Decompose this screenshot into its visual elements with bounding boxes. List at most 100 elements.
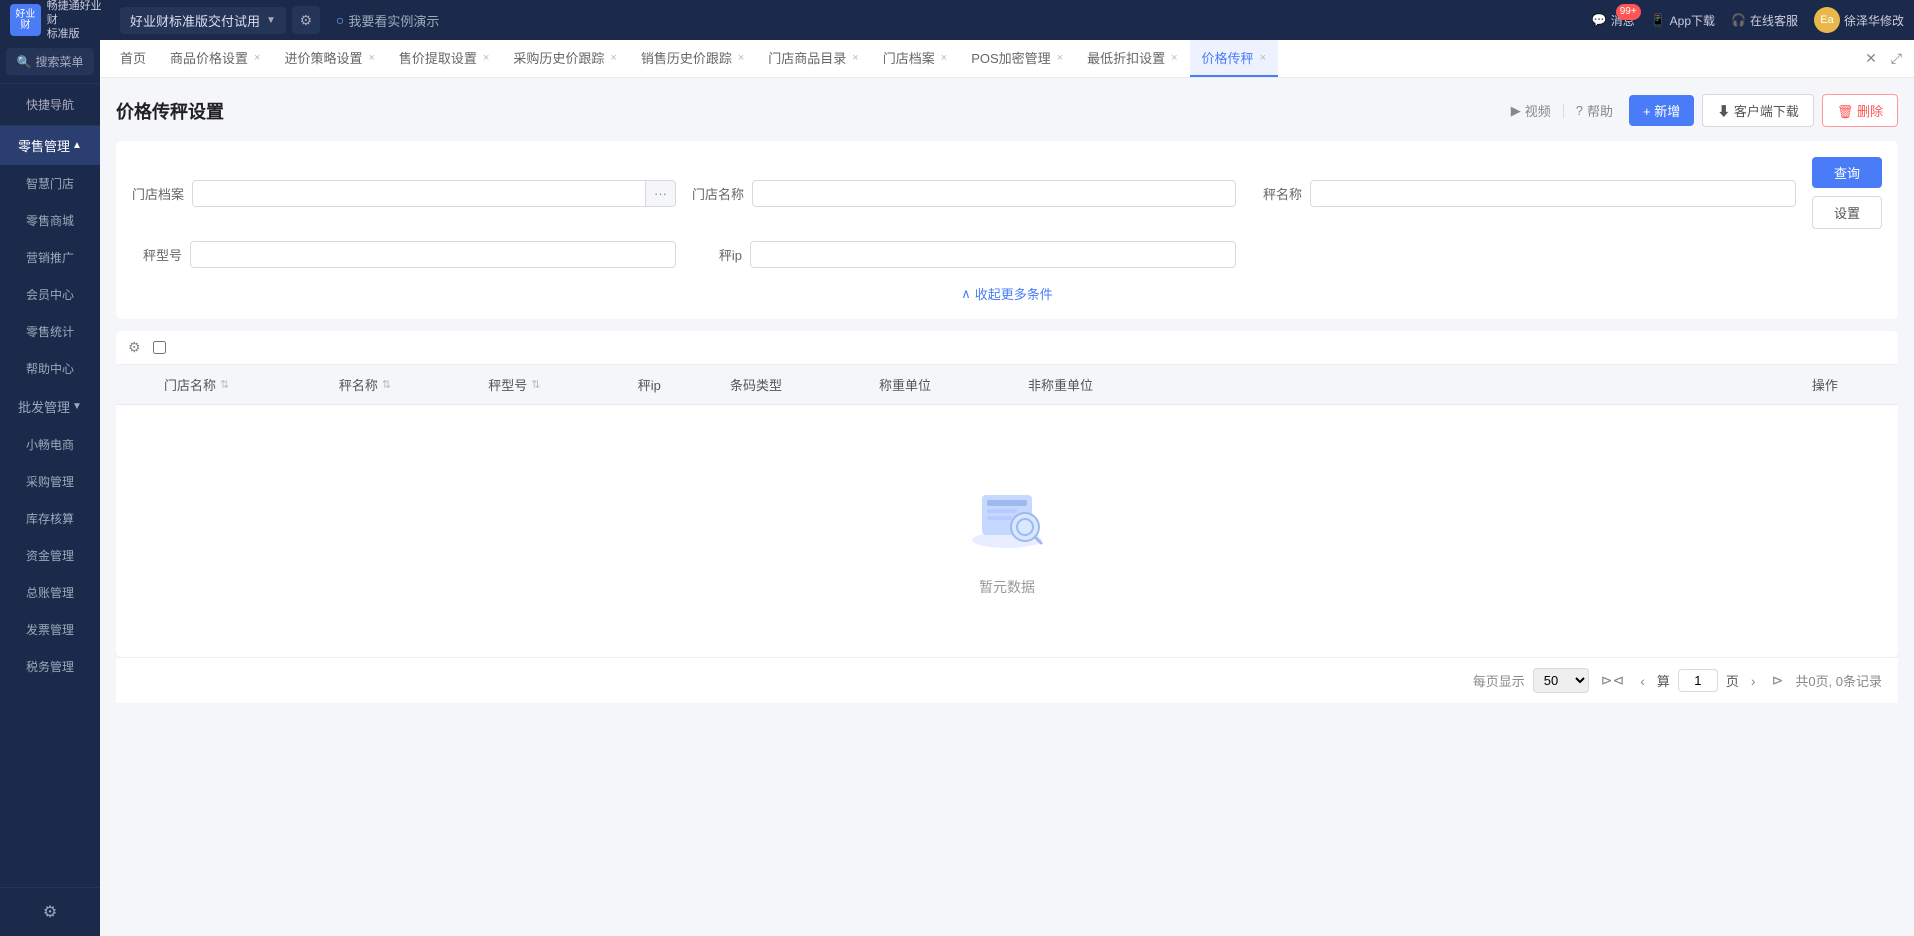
message-button[interactable]: 💬 消息 99+ [1592, 12, 1635, 29]
tab-close-price-scale[interactable]: × [1260, 52, 1266, 64]
content-area: 首页 商品价格设置 × 进价策略设置 × 售价提取设置 × 采购历史价跟踪 × [100, 40, 1914, 936]
sort-icon[interactable]: ⇅ [220, 378, 229, 391]
tab-pos-management[interactable]: POS加密管理 × [959, 40, 1075, 77]
prev-page-button[interactable]: ‹ [1636, 671, 1649, 691]
sidebar-item-tax[interactable]: 税务管理 [0, 648, 100, 685]
tab-close-purchase-history[interactable]: × [610, 52, 616, 64]
query-button[interactable]: 查询 [1812, 157, 1882, 188]
scale-ip-input[interactable] [750, 241, 1236, 268]
tab-close-sales-history[interactable]: × [738, 52, 744, 64]
sidebar-item-invoice[interactable]: 发票管理 [0, 611, 100, 648]
page-number-input[interactable] [1678, 669, 1718, 692]
app-download-button[interactable]: 📱 App下载 [1651, 12, 1715, 29]
table-toolbar: ⚙ [116, 331, 1898, 365]
sort-icon[interactable]: ⇅ [531, 378, 540, 391]
filter-collapse-button[interactable]: ∧ 收起更多条件 [961, 284, 1053, 303]
sidebar-item-purchase-management[interactable]: 采购管理 [0, 463, 100, 500]
delete-button[interactable]: 🗑 删除 [1822, 94, 1898, 127]
tab-price-scale[interactable]: 价格传秤 × [1190, 40, 1278, 77]
first-page-button[interactable]: ⊳⊲ [1597, 670, 1628, 691]
sidebar-settings-button[interactable]: ⚙ [37, 896, 63, 928]
filter-card: 门店档案 ··· 门店名称 秤名称 [116, 141, 1898, 319]
tab-close-all-button[interactable]: ✕ [1861, 46, 1881, 71]
sidebar-item-wholesale-management[interactable]: 批发管理 ▼ [0, 387, 100, 426]
store-file-btn[interactable]: ··· [645, 181, 675, 206]
select-all-checkbox[interactable] [153, 341, 166, 354]
sidebar-item-retail-mall[interactable]: 零售商城 [0, 202, 100, 239]
tab-close-store-file[interactable]: × [941, 52, 947, 64]
sidebar-item-smart-store[interactable]: 智慧门店 [0, 165, 100, 202]
version-selector[interactable]: 好业财标准版交付试用 ▼ [120, 7, 286, 34]
tab-store-catalog[interactable]: 门店商品目录 × [756, 40, 870, 77]
user-menu-button[interactable]: Ea 徐泽华修改 [1814, 7, 1904, 33]
logo-icon: 好业财 [10, 4, 41, 36]
tab-maximize-button[interactable]: ⤢ [1887, 46, 1906, 71]
headset-icon: 🎧 [1731, 13, 1746, 27]
scale-model-input[interactable] [190, 241, 676, 268]
last-page-button[interactable]: ⊳ [1768, 670, 1788, 691]
sidebar-item-member-center[interactable]: 会员中心 [0, 276, 100, 313]
sidebar-item-finance[interactable]: 资金管理 [0, 537, 100, 574]
store-name-input[interactable] [752, 180, 1236, 207]
add-button[interactable]: + 新增 [1629, 95, 1694, 126]
tab-close-min-discount[interactable]: × [1171, 52, 1177, 64]
search-icon: 🔍 [17, 55, 32, 69]
tab-purchase-history[interactable]: 采购历史价跟踪 × [501, 40, 628, 77]
help-icon: ? [1576, 103, 1583, 118]
tab-close-sale-price[interactable]: × [483, 52, 489, 64]
filter-scale-name: 秤名称 [1252, 180, 1796, 207]
sidebar-item-retail-management[interactable]: 零售管理 ▲ [0, 126, 100, 165]
tab-purchase-strategy[interactable]: 进价策略设置 × [272, 40, 386, 77]
header-settings-button[interactable]: ⚙ [292, 6, 320, 34]
tab-sale-price[interactable]: 售价提取设置 × [387, 40, 501, 77]
scale-name-label: 秤名称 [1252, 184, 1302, 203]
sidebar-bottom: ⚙ [0, 887, 100, 936]
download-button[interactable]: ⬇ 客户端下载 [1702, 94, 1814, 127]
sidebar-menu: 零售管理 ▲ 智慧门店 零售商城 营销推广 会员中心 零售统计 [0, 126, 100, 887]
filter-collapse: ∧ 收起更多条件 [132, 280, 1882, 303]
tab-min-discount[interactable]: 最低折扣设置 × [1075, 40, 1189, 77]
tab-product-price[interactable]: 商品价格设置 × [158, 40, 272, 77]
quick-nav-button[interactable]: 快捷导航 [0, 90, 100, 119]
sidebar-item-inventory[interactable]: 库存核算 [0, 500, 100, 537]
search-menu-button[interactable]: 🔍 搜索菜单 [6, 48, 94, 75]
table-settings-button[interactable]: ⚙ [128, 339, 141, 356]
sidebar-search-section: 🔍 搜索菜单 [0, 40, 100, 84]
page-content: 价格传秤设置 ▶ 视频 ? 帮助 [100, 78, 1914, 936]
tab-home[interactable]: 首页 [108, 40, 158, 77]
video-help-link[interactable]: ▶ 视频 [1511, 101, 1551, 120]
sidebar-item-marketing[interactable]: 营销推广 [0, 239, 100, 276]
next-page-button[interactable]: › [1747, 671, 1760, 691]
sidebar-item-ecommerce[interactable]: 小畅电商 [0, 426, 100, 463]
tab-close-product-price[interactable]: × [254, 52, 260, 64]
tab-store-file[interactable]: 门店档案 × [871, 40, 959, 77]
th-scale-name: 秤名称 ⇅ [327, 365, 476, 405]
filter-scale-model: 秤型号 [132, 241, 676, 268]
sidebar-item-help-center[interactable]: 帮助中心 [0, 350, 100, 387]
scale-name-input[interactable] [1310, 180, 1796, 207]
th-barcode-type: 条码类型 [718, 365, 867, 405]
demo-link[interactable]: ○ 我要看实例演示 [336, 11, 439, 30]
tab-close-purchase-strategy[interactable]: × [368, 52, 374, 64]
filter-scale-ip: 秤ip [692, 241, 1236, 268]
help-link[interactable]: ? 帮助 [1576, 101, 1613, 120]
sidebar-item-general-ledger[interactable]: 总账管理 [0, 574, 100, 611]
tab-bar: 首页 商品价格设置 × 进价策略设置 × 售价提取设置 × 采购历史价跟踪 × [100, 40, 1914, 78]
page-header-actions: + 新增 ⬇ 客户端下载 🗑 删除 [1629, 94, 1898, 127]
tab-sales-history[interactable]: 销售历史价跟踪 × [629, 40, 756, 77]
online-service-button[interactable]: 🎧 在线客服 [1731, 12, 1798, 29]
play-icon: ▶ [1511, 103, 1521, 119]
tab-close-pos-management[interactable]: × [1057, 52, 1063, 64]
data-card: ⚙ 门店名称 ⇅ [116, 331, 1898, 657]
th-non-weight-unit: 非称重单位 [1016, 365, 1800, 405]
th-operation: 操作 [1800, 365, 1898, 405]
pagination: 每页显示 50 20 100 ⊳⊲ ‹ 算 页 › ⊳ 共0页, 0条记录 [116, 657, 1898, 703]
tab-close-store-catalog[interactable]: × [852, 52, 858, 64]
sort-icon[interactable]: ⇅ [382, 378, 391, 391]
sidebar-item-retail-stats[interactable]: 零售统计 [0, 313, 100, 350]
store-file-input[interactable] [193, 181, 645, 206]
page-size-select[interactable]: 50 20 100 [1533, 668, 1589, 693]
demo-icon: ○ [336, 12, 344, 28]
settings-button[interactable]: 设置 [1812, 196, 1882, 229]
scale-ip-label: 秤ip [692, 245, 742, 264]
